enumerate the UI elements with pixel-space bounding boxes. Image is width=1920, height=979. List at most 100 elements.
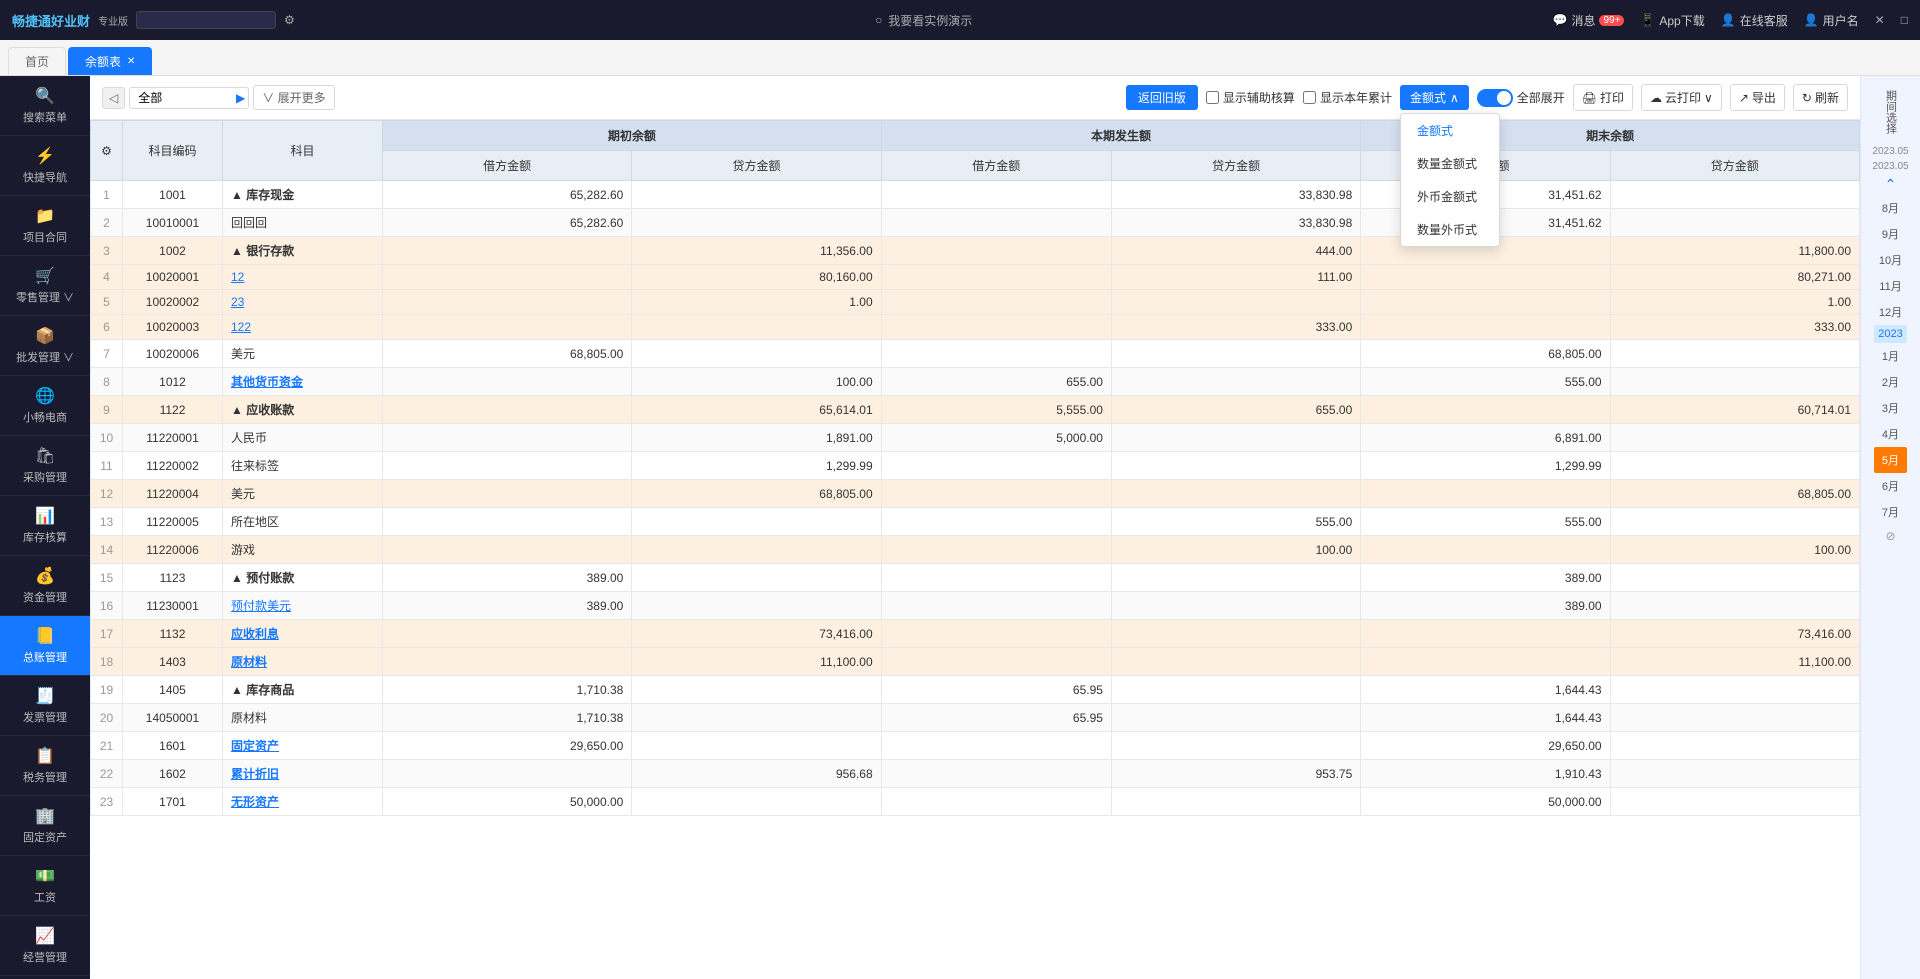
annual-checkbox-input[interactable] [1303, 91, 1316, 104]
export-btn[interactable]: ↗ 导出 [1730, 84, 1785, 111]
sidebar-item-project[interactable]: 📁 项目合同 [0, 196, 90, 256]
menu-item-qty-foreign[interactable]: 数量外币式 [1401, 213, 1499, 246]
period-month-item[interactable]: 8月 [1874, 195, 1906, 221]
user-item[interactable]: 👤 用户名 [1804, 12, 1859, 29]
sidebar-item-accounting[interactable]: 📒 总账管理 [0, 616, 90, 676]
th-settings[interactable]: ⚙ [91, 121, 123, 181]
cell-current_credit [1111, 648, 1360, 676]
period-month-item[interactable]: 11月 [1874, 273, 1906, 299]
cell-name[interactable]: 原材料 [223, 648, 383, 676]
menu-item-amount[interactable]: 金额式 [1401, 114, 1499, 147]
cell-name[interactable]: 122 [223, 315, 383, 340]
sidebar-item-inventory[interactable]: 📊 库存核算 [0, 496, 90, 556]
header-search-input[interactable] [136, 11, 276, 29]
cloud-print-btn[interactable]: ☁ 云打印 ∨ [1641, 84, 1722, 111]
settings-icon[interactable]: ⚙ [101, 144, 112, 158]
cell-closing_credit: 68,805.00 [1610, 480, 1859, 508]
period-month-item[interactable]: 12月 [1874, 299, 1906, 325]
print-btn[interactable]: 🖨 打印 [1573, 84, 1633, 111]
search-back-btn[interactable]: ◁ [102, 87, 125, 109]
menu-item-qty-amount[interactable]: 数量金额式 [1401, 147, 1499, 180]
cell-closing_debit: 68,805.00 [1361, 340, 1610, 368]
sidebar-item-tax[interactable]: 📋 税务管理 [0, 736, 90, 796]
online-service-item[interactable]: 👤 在线客服 [1721, 12, 1788, 29]
sidebar-item-retail[interactable]: 🛒 零售管理 ∨ [0, 256, 90, 316]
search-area: ◁ ▶ ∨ 展开更多 [102, 85, 335, 110]
show-auxiliary-checkbox[interactable]: 显示辅助核算 [1206, 89, 1295, 106]
sidebar-item-quicknav[interactable]: ⚡ 快捷导航 [0, 136, 90, 196]
export-icon: ↗ [1739, 91, 1749, 105]
cell-name[interactable]: 预付款美元 [223, 592, 383, 620]
period-month-item[interactable]: 1月 [1874, 343, 1906, 369]
window-close-btn[interactable]: ✕ [1875, 13, 1885, 27]
show-annual-checkbox[interactable]: 显示本年累计 [1303, 89, 1392, 106]
period-month-item[interactable]: 2023 [1874, 325, 1906, 343]
search-arrow-icon[interactable]: ▶ [236, 91, 245, 105]
service-label: 在线客服 [1740, 12, 1788, 29]
auxiliary-checkbox-input[interactable] [1206, 91, 1219, 104]
sidebar-item-ecommerce[interactable]: 🌐 小畅电商 [0, 376, 90, 436]
expand-icon: ∨ [262, 91, 274, 105]
expand-all-toggle[interactable] [1477, 89, 1513, 107]
app-download-item[interactable]: 📱 App下载 [1640, 12, 1704, 29]
period-month-item[interactable]: 10月 [1874, 247, 1906, 273]
assets-icon: 🏢 [35, 806, 55, 826]
period-month-item[interactable]: 4月 [1874, 421, 1906, 447]
cell-code: 1132 [123, 620, 223, 648]
sidebar-item-invoice[interactable]: 🧾 发票管理 [0, 676, 90, 736]
cell-name[interactable]: 应收利息 [223, 620, 383, 648]
demo-button[interactable]: 我要看实例演示 [888, 12, 972, 29]
sidebar-item-purchase[interactable]: 🛍 采购管理 [0, 436, 90, 496]
sidebar-item-capital[interactable]: 💰 资金管理 [0, 556, 90, 616]
cell-current_credit: 953.75 [1111, 760, 1360, 788]
cell-opening_credit [632, 340, 881, 368]
table-row: 1011220001人民币1,891.005,000.006,891.00 [91, 424, 1860, 452]
expand-more-btn[interactable]: ∨ 展开更多 [253, 85, 334, 110]
period-month-item[interactable]: 3月 [1874, 395, 1906, 421]
tab-balance[interactable]: 余额表 ✕ [68, 47, 152, 75]
cell-current_debit: 65.95 [881, 704, 1111, 732]
cell-name[interactable]: 其他货币资金 [223, 368, 383, 396]
amount-mode-btn[interactable]: 金额式 ∧ [1400, 85, 1469, 110]
period-collapse-icon[interactable]: ⊘ [1885, 529, 1895, 543]
cell-opening_debit [383, 368, 632, 396]
cell-name[interactable]: 累计折旧 [223, 760, 383, 788]
settings-icon[interactable]: ⚙ [284, 13, 295, 27]
cell-current_credit [1111, 620, 1360, 648]
period-month-item[interactable]: 2月 [1874, 369, 1906, 395]
table-row: 31002▲ 银行存款11,356.00444.0011,800.00 [91, 237, 1860, 265]
cell-name[interactable]: 23 [223, 290, 383, 315]
period-month-item[interactable]: 9月 [1874, 221, 1906, 247]
period-month-item[interactable]: 5月 [1874, 447, 1906, 473]
window-maximize-btn[interactable]: □ [1901, 13, 1908, 27]
menu-item-foreign-amount[interactable]: 外币金额式 [1401, 180, 1499, 213]
account-search-input[interactable] [129, 87, 249, 109]
period-up-arrow[interactable]: ⌃ [1883, 174, 1899, 195]
return-old-btn[interactable]: 返回旧版 [1126, 85, 1198, 110]
cell-current_credit [1111, 368, 1360, 396]
sidebar-item-wholesale[interactable]: 📦 批发管理 ∨ [0, 316, 90, 376]
project-icon: 📁 [35, 206, 55, 226]
cell-current_credit: 33,830.98 [1111, 181, 1360, 209]
sidebar-item-operations[interactable]: 📈 经营管理 [0, 916, 90, 976]
cell-closing_debit [1361, 315, 1610, 340]
sidebar-item-assets[interactable]: 🏢 固定资产 [0, 796, 90, 856]
th-opening-debit: 借方金额 [383, 151, 632, 181]
sidebar-item-salary[interactable]: 💵 工资 [0, 856, 90, 916]
cell-opening_credit: 80,160.00 [632, 265, 881, 290]
cell-name[interactable]: 12 [223, 265, 383, 290]
tab-home[interactable]: 首页 [8, 47, 66, 75]
period-month-item[interactable]: 6月 [1874, 473, 1906, 499]
cell-name[interactable]: 固定资产 [223, 732, 383, 760]
cell-opening_credit [632, 676, 881, 704]
message-item[interactable]: 💬 消息 99+ [1552, 12, 1624, 29]
cell-current_credit [1111, 788, 1360, 816]
cell-current_credit: 33,830.98 [1111, 209, 1360, 237]
sidebar-item-search[interactable]: 🔍 搜索菜单 [0, 76, 90, 136]
table-row: 1311220005所在地区555.00555.00 [91, 508, 1860, 536]
accounting-icon: 📒 [35, 626, 55, 646]
tab-balance-close[interactable]: ✕ [127, 56, 135, 67]
cell-name[interactable]: 无形资产 [223, 788, 383, 816]
refresh-btn[interactable]: ↻ 刷新 [1793, 84, 1848, 111]
period-month-item[interactable]: 7月 [1874, 499, 1906, 525]
